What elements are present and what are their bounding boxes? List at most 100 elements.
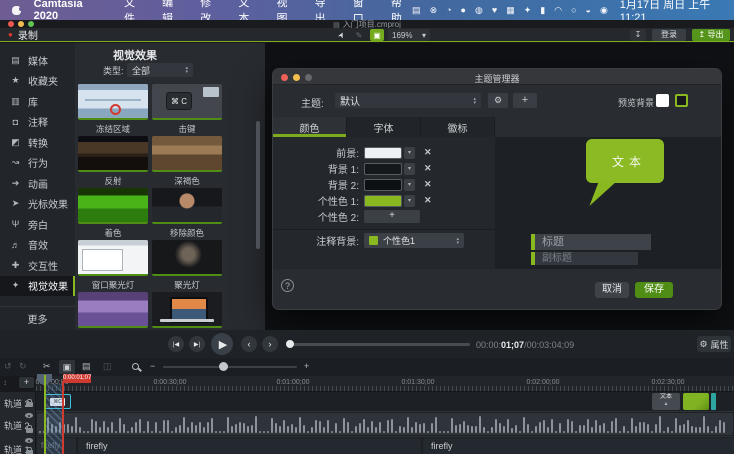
background1-color-well[interactable] — [364, 162, 402, 175]
accent1-color-well[interactable] — [364, 194, 402, 207]
audio-clip[interactable] — [37, 413, 733, 435]
panel-scrollbar[interactable] — [256, 121, 260, 249]
sidebar-item-transitions[interactable]: ◩ 转换 — [0, 132, 75, 153]
effect-card-keystrokes[interactable]: ⌘ C 击键 — [152, 84, 222, 135]
timeline-zoom-slider[interactable] — [163, 366, 297, 368]
track2-lock-icon[interactable] — [26, 425, 33, 433]
effect-card-freeze-region[interactable]: 冻结区域 — [78, 84, 148, 135]
theme-options-button[interactable]: ⚙ — [488, 93, 508, 108]
wifi-icon[interactable]: ◠ — [554, 0, 562, 20]
playhead-time-flag[interactable]: 0:00:01;07 — [63, 374, 91, 383]
sidebar-item-cursor-effects[interactable]: ➤ 光标效果 — [0, 194, 75, 215]
zoom-in-icon[interactable]: + — [304, 361, 309, 371]
background2-color-well[interactable] — [364, 178, 402, 191]
annotation-bg-dropdown[interactable]: 个性色1 ▴ ▾ — [364, 233, 464, 248]
timeline-zoom-thumb[interactable] — [219, 362, 228, 371]
undo-icon[interactable]: ↺ — [4, 361, 12, 372]
track3-lock-icon[interactable] — [26, 399, 33, 407]
cut-icon[interactable]: ✂ — [43, 361, 51, 372]
sidebar-item-favorites[interactable]: ★ 收藏夹 — [0, 71, 75, 92]
effect-card-tint[interactable]: 色调 — [78, 292, 148, 330]
add-track-button[interactable]: + — [19, 377, 34, 388]
sidebar-item-behaviors[interactable]: ↝ 行为 — [0, 153, 75, 174]
cancel-button[interactable]: 取消 — [595, 282, 629, 298]
signin-button[interactable]: 登录 — [652, 29, 686, 41]
jump-to-end-button[interactable]: ▶| — [189, 336, 205, 352]
crop-tool-icon[interactable]: ▣ — [370, 29, 384, 41]
sidebar-item-annotations[interactable]: ◘ 注释 — [0, 112, 75, 133]
playback-scrubber[interactable] — [288, 343, 470, 346]
zoom-out-icon[interactable]: − — [150, 361, 155, 371]
tab-fonts[interactable]: 字体 — [347, 117, 421, 137]
sidebar-item-library[interactable]: ▥ 库 — [0, 91, 75, 112]
sidebar-item-visual-effects[interactable]: ✦ 视觉效果 — [0, 275, 75, 296]
redo-icon[interactable]: ↻ — [19, 361, 27, 372]
video-clip[interactable]: firefly — [78, 438, 421, 454]
effect-card-window-spotlight[interactable]: 窗口聚光灯 — [78, 240, 148, 291]
sidebar-item-interactivity[interactable]: ✚ 交互性 — [0, 255, 75, 276]
add-theme-button[interactable]: + — [513, 93, 537, 108]
remove-foreground-button[interactable]: ✕ — [424, 147, 432, 158]
notification-icon[interactable]: ◍ — [475, 0, 483, 20]
effect-card-spotlight[interactable]: 聚光灯 — [152, 240, 222, 291]
sidebar-more-button[interactable]: 更多 — [0, 306, 75, 326]
track1-lock-icon[interactable] — [26, 447, 33, 454]
bluetooth-icon[interactable]: ✦ — [524, 0, 532, 20]
download-button[interactable]: ↧ — [630, 29, 646, 41]
timeline-selection[interactable] — [45, 384, 62, 454]
remove-accent1-button[interactable]: ✕ — [424, 195, 432, 206]
save-button[interactable]: 保存 — [635, 282, 673, 298]
help-button[interactable]: ? — [281, 279, 294, 292]
effect-card-reflection[interactable]: 反射 — [78, 136, 148, 187]
caret-down-icon[interactable]: ▾ — [404, 162, 415, 175]
type-dropdown[interactable]: 全部 ▴ ▾ — [127, 63, 193, 77]
caret-down-icon[interactable]: ▾ — [404, 146, 415, 159]
previous-frame-button[interactable]: ‹ — [241, 336, 257, 352]
sync-icon[interactable]: ◔ — [446, 0, 451, 20]
pen-tool-icon[interactable]: ✎ — [352, 29, 366, 41]
battery-icon[interactable]: ▮ — [540, 0, 545, 20]
remove-background2-button[interactable]: ✕ — [424, 179, 432, 190]
effect-card-device-frame[interactable]: 设备框架 — [152, 292, 222, 330]
scrubber-thumb[interactable] — [286, 340, 294, 348]
caret-down-icon[interactable]: ▾ — [404, 194, 415, 207]
next-frame-button[interactable]: › — [262, 336, 278, 352]
tab-colors[interactable]: 颜色 — [273, 117, 347, 137]
play-button[interactable]: ▶ — [211, 333, 233, 355]
canvas-zoom-dropdown[interactable]: 169% ▾ — [388, 29, 430, 41]
preview-bg-dark-swatch[interactable] — [675, 94, 688, 107]
video-clip[interactable]: firefly — [423, 438, 734, 454]
siri-icon[interactable]: ◉ — [600, 0, 608, 20]
app-dot-icon[interactable]: ● — [461, 0, 466, 20]
text-callout-clip[interactable]: 文本 ▴ — [652, 393, 680, 410]
track2-eye-icon[interactable] — [25, 413, 33, 418]
export-button[interactable]: ↥ 导出 — [692, 29, 730, 41]
clip-edge-handle[interactable] — [711, 393, 716, 410]
effect-card-sepia[interactable]: 深褐色 — [152, 136, 222, 187]
add-accent2-button[interactable]: + — [364, 210, 420, 223]
effect-card-remove-color[interactable]: 移除颜色 — [152, 188, 222, 239]
theme-dropdown[interactable]: 默认 ▴ ▾ — [335, 93, 481, 108]
record-button[interactable]: ● 录制 — [8, 28, 38, 42]
track-height-icon[interactable]: ↕ — [3, 378, 7, 387]
input-menu-icon[interactable]: ◒ — [586, 0, 591, 20]
split-icon[interactable]: ◫ — [103, 361, 112, 372]
paste-icon[interactable]: ▤ — [82, 361, 91, 372]
spotlight-icon[interactable]: ○ — [571, 0, 576, 20]
sidebar-item-animations[interactable]: ➔ 动画 — [0, 173, 75, 194]
timeline-ruler[interactable]: 0:00:00;00 0:00:30;00 0:01:00;00 0:01:30… — [35, 376, 734, 392]
pointer-tool-icon[interactable]: ➤ — [333, 26, 350, 44]
callout-media-clip[interactable] — [683, 393, 709, 410]
window-icon[interactable]: ▤ — [412, 0, 421, 20]
properties-button[interactable]: ⚙ 属性 — [697, 336, 731, 352]
shield-icon[interactable]: ♥ — [492, 0, 497, 20]
caret-down-icon[interactable]: ▾ — [404, 178, 415, 191]
sidebar-item-voice-narration[interactable]: Ψ 旁白 — [0, 214, 75, 235]
playhead-line[interactable] — [62, 381, 64, 454]
preview-bg-white-swatch[interactable] — [656, 94, 669, 107]
crossed-circle-icon[interactable]: ⊗ — [430, 0, 438, 20]
selection-in-marker[interactable] — [44, 375, 46, 454]
sidebar-item-audio-effects[interactable]: ♬ 音效 — [0, 235, 75, 256]
jump-to-start-button[interactable]: |◀ — [168, 336, 184, 352]
effect-card-colorize[interactable]: 着色 — [78, 188, 148, 239]
